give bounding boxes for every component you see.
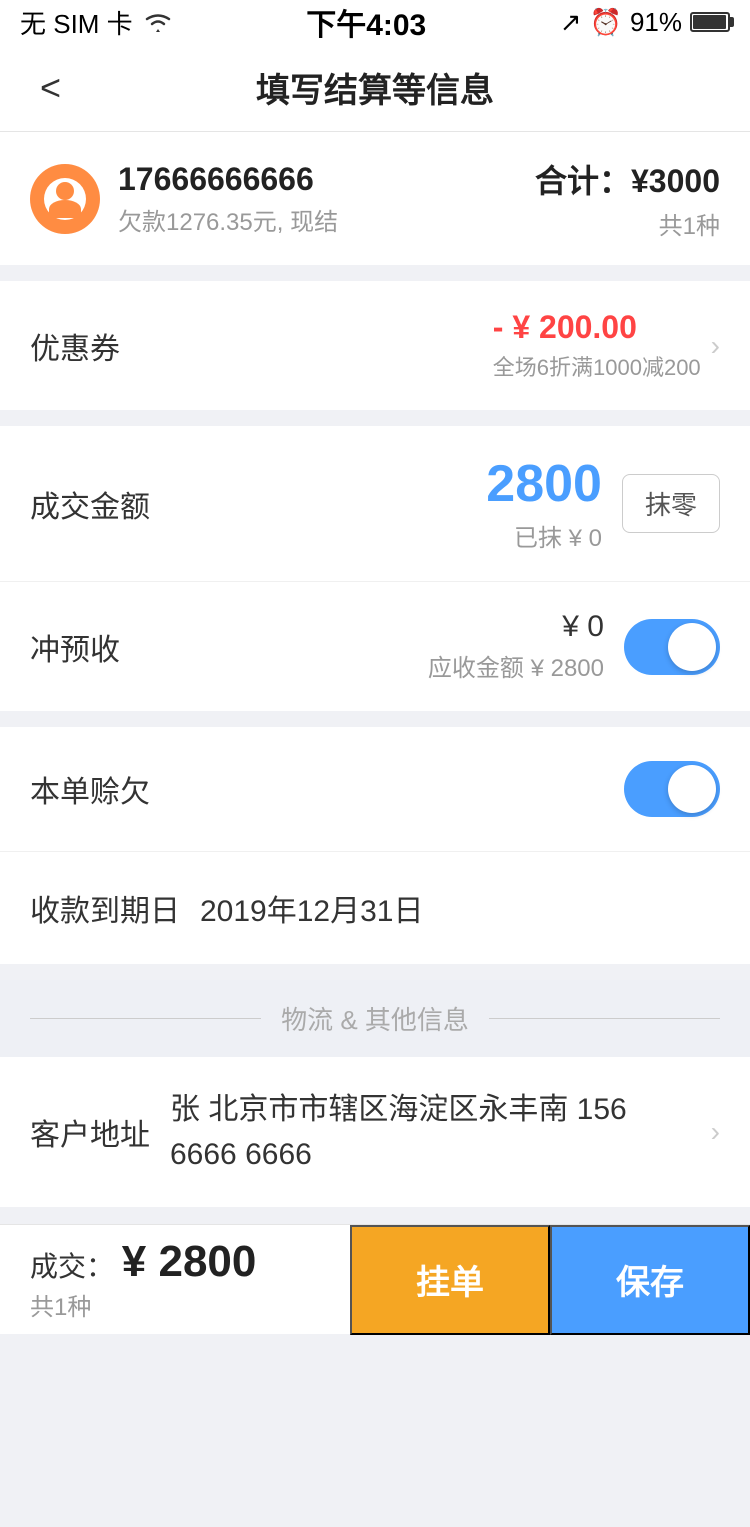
customer-card: 17666666666 欠款1276.35元, 现结 合计：¥3000 共1种	[0, 132, 750, 265]
transaction-amount: 2800	[486, 454, 602, 514]
bottom-summary: 成交： ¥ 2800 共1种	[0, 1237, 350, 1322]
transaction-sub: 已抹 ¥ 0	[486, 518, 602, 553]
toggle-knob	[668, 623, 716, 671]
bottom-bar: 成交： ¥ 2800 共1种 挂单 保存	[0, 1224, 750, 1334]
due-date-value: 2019年12月31日	[200, 886, 423, 930]
debit-label: 本单赊欠	[30, 767, 150, 811]
carrier-text: 无 SIM 卡	[20, 4, 133, 41]
address-label: 客户地址	[30, 1110, 150, 1154]
debit-row: 本单赊欠	[0, 727, 750, 851]
total-count: 共1种	[535, 206, 720, 241]
coupon-label: 优惠券	[30, 324, 120, 368]
status-bar: 无 SIM 卡 下午4:03 ↗ ⏰ 91%	[0, 0, 750, 44]
customer-totals: 合计：¥3000 共1种	[535, 156, 720, 241]
logistics-text: 物流 & 其他信息	[281, 1000, 469, 1037]
customer-left: 17666666666 欠款1276.35元, 现结	[30, 161, 338, 237]
address-value: 张 北京市市辖区海淀区永丰南 156 6666 6666	[170, 1087, 701, 1177]
coupon-discount: - ¥ 200.00	[493, 309, 701, 346]
coupon-row[interactable]: 优惠券 - ¥ 200.00 全场6折满1000减200 ›	[0, 281, 750, 410]
debit-toggle-knob	[668, 765, 716, 813]
hang-order-button[interactable]: 挂单	[350, 1225, 550, 1335]
page-title: 填写结算等信息	[256, 63, 494, 112]
bottom-total-label: 成交：	[30, 1251, 114, 1282]
prepayment-right: ¥ 0 应收金额 ¥ 2800	[428, 610, 720, 683]
coupon-chevron-icon: ›	[711, 330, 720, 362]
bottom-total-amount: ¥ 2800	[122, 1237, 257, 1286]
prepayment-sub: 应收金额 ¥ 2800	[428, 648, 604, 683]
customer-phone: 17666666666	[118, 161, 338, 198]
coupon-right: - ¥ 200.00 全场6折满1000减200 ›	[493, 309, 720, 382]
bottom-count: 共1种	[30, 1287, 320, 1322]
round-zero-button[interactable]: 抹零	[622, 474, 720, 533]
status-left: 无 SIM 卡	[20, 4, 173, 41]
save-button[interactable]: 保存	[550, 1225, 750, 1335]
due-date-label: 收款到期日	[30, 886, 180, 930]
debit-section: 本单赊欠 收款到期日 2019年12月31日	[0, 727, 750, 964]
back-button[interactable]: <	[30, 57, 71, 119]
battery-percent: 91%	[630, 7, 682, 38]
transaction-section: 成交金额 2800 已抹 ¥ 0 抹零 冲预收 ¥ 0 应收金额 ¥ 2800	[0, 426, 750, 711]
prepayment-amount: ¥ 0	[428, 610, 604, 644]
customer-info: 17666666666 欠款1276.35元, 现结	[118, 161, 338, 237]
nav-bar: < 填写结算等信息	[0, 44, 750, 132]
clock-icon: ⏰	[590, 7, 622, 38]
wifi-icon	[143, 11, 173, 33]
transaction-right: 2800 已抹 ¥ 0 抹零	[486, 454, 720, 553]
prepayment-values: ¥ 0 应收金额 ¥ 2800	[428, 610, 604, 683]
battery-icon	[690, 12, 730, 32]
transaction-amount-row: 成交金额 2800 已抹 ¥ 0 抹零	[0, 426, 750, 581]
total-amount: 合计：¥3000	[535, 156, 720, 202]
prepayment-label: 冲预收	[30, 625, 120, 669]
status-time: 下午4:03	[306, 0, 426, 44]
logistics-divider: 物流 & 其他信息	[0, 980, 750, 1057]
prepayment-toggle[interactable]	[624, 619, 720, 675]
coupon-desc: 全场6折满1000减200	[493, 350, 701, 382]
logistics-line-left	[30, 1018, 261, 1019]
due-date-row: 收款到期日 2019年12月31日	[0, 851, 750, 964]
avatar	[30, 164, 100, 234]
status-right: ↗ ⏰ 91%	[560, 7, 730, 38]
logistics-line-right	[489, 1018, 720, 1019]
customer-debt: 欠款1276.35元, 现结	[118, 202, 338, 237]
prepayment-row: 冲预收 ¥ 0 应收金额 ¥ 2800	[0, 581, 750, 711]
avatar-icon	[44, 178, 86, 220]
transaction-label: 成交金额	[30, 482, 150, 526]
address-row[interactable]: 客户地址 张 北京市市辖区海淀区永丰南 156 6666 6666 ›	[0, 1057, 750, 1207]
location-icon: ↗	[560, 7, 582, 38]
address-chevron-icon: ›	[711, 1116, 720, 1148]
debit-toggle[interactable]	[624, 761, 720, 817]
